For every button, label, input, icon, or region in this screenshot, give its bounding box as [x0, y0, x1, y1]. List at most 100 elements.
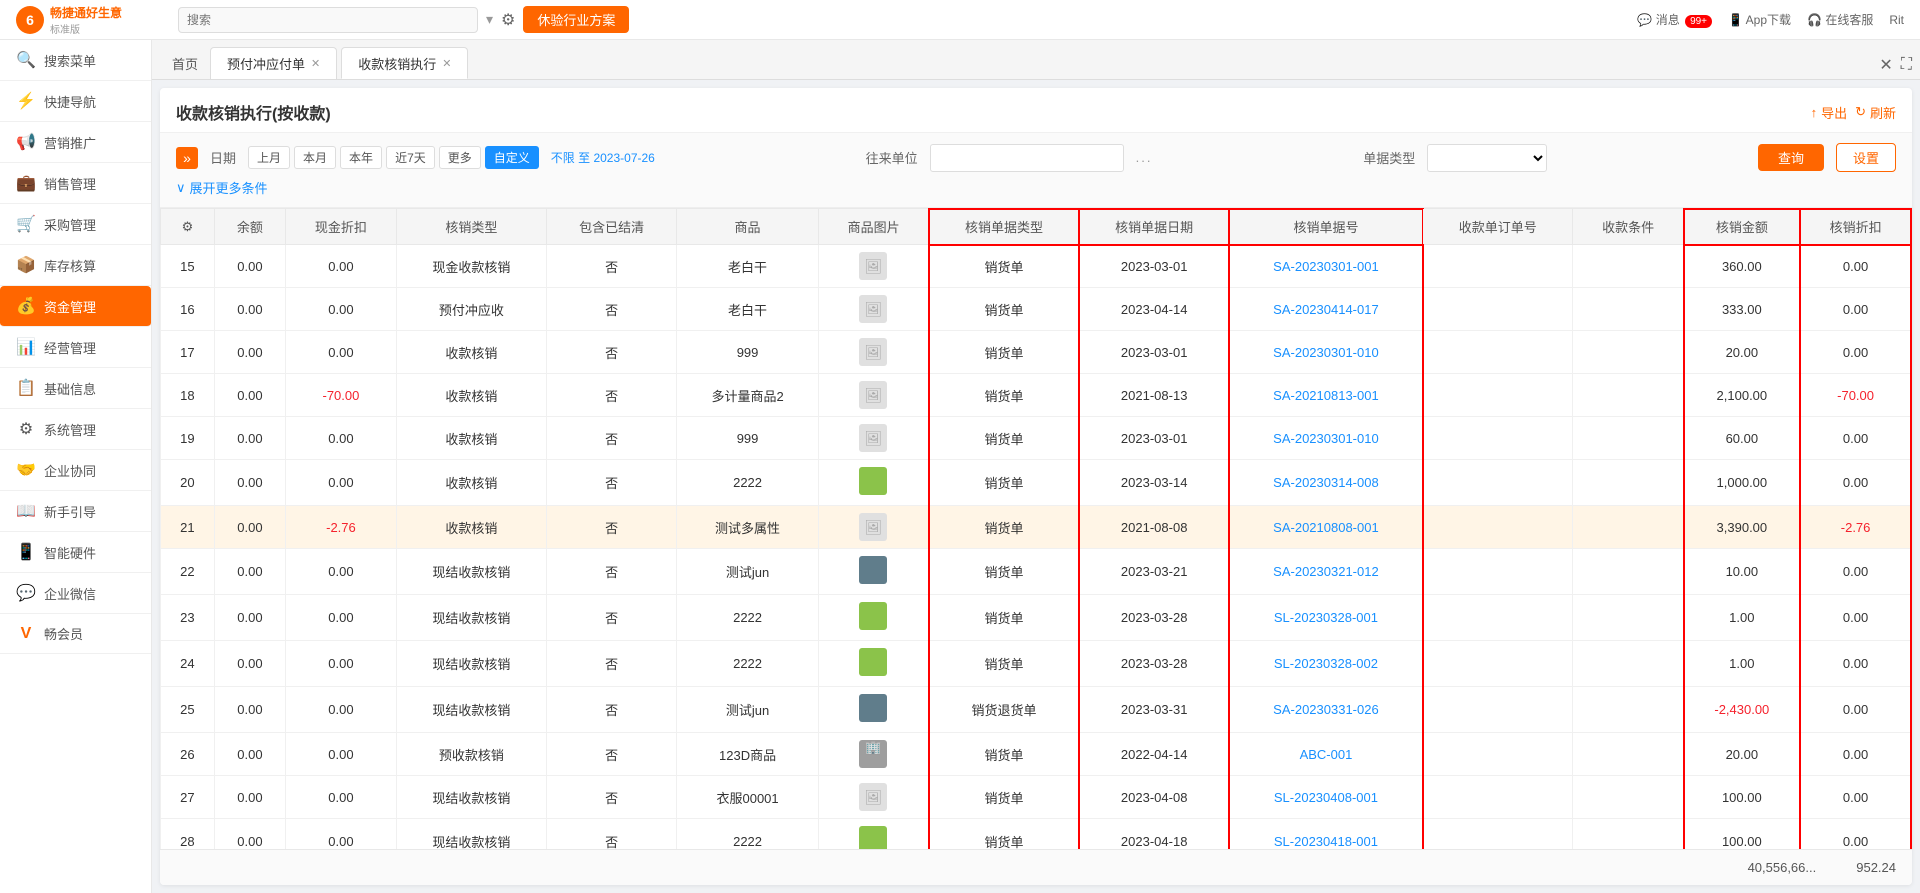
counterpart-input[interactable] — [930, 144, 1124, 172]
voucher-no-link[interactable]: SA-20230301-001 — [1273, 259, 1379, 274]
table-container[interactable]: ⚙ 余额 现金折扣 核销类型 包含已结清 商品 商品图片 核销单据类型 核销单据… — [160, 208, 1912, 849]
sidebar-item-enterprise-wechat[interactable]: 💬 企业微信 — [0, 573, 151, 614]
tab-prepay-conflict[interactable]: 预付冲应付单 ✕ — [210, 47, 337, 79]
sidebar-item-finance[interactable]: 💰 资金管理 — [0, 286, 151, 327]
cell-cancel-voucher-no: SL-20230418-001 — [1229, 819, 1422, 850]
cell-product: 老白干 — [677, 288, 818, 331]
cell-product: 测试多属性 — [677, 506, 818, 549]
main-layout: 🔍 搜索菜单 ⚡ 快捷导航 📢 营销推广 💼 销售管理 🛒 采购管理 📦 库存核… — [0, 40, 1920, 893]
voucher-no-link[interactable]: SA-20230321-012 — [1273, 564, 1379, 579]
cell-cancel-voucher-no: SA-20230414-017 — [1229, 288, 1422, 331]
tab-receipt-cancel[interactable]: 收款核销执行 ✕ — [341, 47, 468, 79]
voucher-no-link[interactable]: SA-20230301-010 — [1273, 345, 1379, 360]
col-included-settled: 包含已结清 — [546, 209, 676, 245]
lightning-icon: ⚡ — [16, 91, 36, 111]
cell-receipt-order-no — [1423, 776, 1573, 819]
sidebar-item-business[interactable]: 📊 经营管理 — [0, 327, 151, 368]
date-btn-custom[interactable]: 自定义 — [485, 146, 539, 169]
clipboard-icon: 📋 — [16, 378, 36, 398]
megaphone-icon: 📢 — [16, 132, 36, 152]
query-btn[interactable]: 查询 — [1758, 144, 1824, 171]
voucher-no-link[interactable]: SA-20230414-017 — [1273, 302, 1379, 317]
export-btn[interactable]: ↑ 导出 — [1811, 103, 1848, 122]
sidebar-label: 资金管理 — [44, 297, 96, 316]
sidebar-label: 新手引导 — [44, 502, 96, 521]
date-btn-this-month[interactable]: 本月 — [294, 146, 336, 169]
top-bar-right: 💬 消息 99+ 📱 App下载 🎧 在线客服 Rit — [1637, 11, 1904, 28]
cell-balance: 0.00 — [214, 417, 285, 460]
gear-icon[interactable]: ⚙ — [501, 10, 515, 30]
cell-cash-discount: 0.00 — [286, 549, 397, 595]
close-icon[interactable]: ✕ — [442, 57, 451, 70]
maximize-btn[interactable]: ⛶ — [1901, 56, 1912, 74]
sidebar-item-purchase[interactable]: 🛒 采购管理 — [0, 204, 151, 245]
sidebar-label: 库存核算 — [44, 256, 96, 275]
cell-id: 16 — [161, 288, 215, 331]
sidebar-item-inventory[interactable]: 📦 库存核算 — [0, 245, 151, 286]
voucher-type-label: 单据类型 — [1363, 148, 1415, 167]
cell-cash-discount: 0.00 — [286, 819, 397, 850]
expand-more-btn[interactable]: ∨ 展开更多条件 — [176, 178, 268, 197]
voucher-no-link[interactable]: SA-20210808-001 — [1273, 520, 1379, 535]
toggle-filter-btn[interactable]: » — [176, 147, 198, 169]
table-row: 28 0.00 0.00 现结收款核销 否 2222 销货单 2023-04-1… — [161, 819, 1912, 850]
voucher-no-link[interactable]: SA-20230331-026 — [1273, 702, 1379, 717]
col-cancel-amount: 核销金额 — [1684, 209, 1801, 245]
voucher-no-link[interactable]: SL-20230328-002 — [1274, 656, 1378, 671]
messages-section[interactable]: 💬 消息 99+ — [1637, 11, 1712, 28]
sidebar-item-marketing[interactable]: 📢 营销推广 — [0, 122, 151, 163]
cell-cancel-voucher-type: 销货单 — [929, 288, 1079, 331]
online-service-link[interactable]: 🎧 在线客服 — [1807, 11, 1873, 28]
sidebar-label: 企业微信 — [44, 584, 96, 603]
cell-id: 20 — [161, 460, 215, 506]
sidebar-item-quick-nav[interactable]: ⚡ 快捷导航 — [0, 81, 151, 122]
sidebar-item-sales[interactable]: 💼 销售管理 — [0, 163, 151, 204]
cell-cancel-voucher-type: 销货退货单 — [929, 687, 1079, 733]
sidebar-item-enterprise-collab[interactable]: 🤝 企业协同 — [0, 450, 151, 491]
sidebar-item-beginner[interactable]: 📖 新手引导 — [0, 491, 151, 532]
cell-cancel-amount: 100.00 — [1684, 776, 1801, 819]
date-btn-last-month[interactable]: 上月 — [248, 146, 290, 169]
cell-payment-terms — [1573, 331, 1684, 374]
cell-balance: 0.00 — [214, 331, 285, 374]
settings-btn[interactable]: 设置 — [1836, 143, 1896, 172]
cell-cancel-voucher-date: 2023-03-31 — [1079, 687, 1229, 733]
sidebar-item-basic-info[interactable]: 📋 基础信息 — [0, 368, 151, 409]
sidebar-item-vip[interactable]: V 畅会员 — [0, 614, 151, 654]
cell-cash-discount: 0.00 — [286, 641, 397, 687]
cell-cash-discount: -70.00 — [286, 374, 397, 417]
voucher-no-link[interactable]: SL-20230328-001 — [1274, 610, 1378, 625]
sidebar-item-smart-hardware[interactable]: 📱 智能硬件 — [0, 532, 151, 573]
close-icon[interactable]: ✕ — [311, 57, 320, 70]
cell-product: 测试jun — [677, 687, 818, 733]
cell-cancel-discount: 0.00 — [1800, 417, 1911, 460]
brand-name: 畅捷通好生意 — [50, 4, 122, 21]
voucher-type-select[interactable] — [1427, 144, 1547, 172]
cell-receipt-order-no — [1423, 245, 1573, 288]
sidebar-item-system[interactable]: ⚙ 系统管理 — [0, 409, 151, 450]
col-gear[interactable]: ⚙ — [161, 209, 215, 245]
top-bar-search[interactable] — [178, 7, 478, 33]
cell-cancel-discount: 0.00 — [1800, 641, 1911, 687]
voucher-no-link[interactable]: ABC-001 — [1300, 747, 1353, 762]
close-window-btn[interactable]: ✕ — [1879, 55, 1892, 75]
voucher-no-link[interactable]: SL-20230418-001 — [1274, 834, 1378, 849]
export-icon: ↑ — [1811, 105, 1818, 120]
refresh-btn[interactable]: ↻ 刷新 — [1855, 103, 1896, 122]
voucher-no-link[interactable]: SA-20230301-010 — [1273, 431, 1379, 446]
cell-cancel-discount: 0.00 — [1800, 687, 1911, 733]
date-btn-more[interactable]: 更多 — [439, 146, 481, 169]
voucher-no-link[interactable]: SA-20230314-008 — [1273, 475, 1379, 490]
sidebar-item-search-menu[interactable]: 🔍 搜索菜单 — [0, 40, 151, 81]
brand: 6 畅捷通好生意 标准版 — [16, 4, 166, 36]
cell-cancel-discount: 0.00 — [1800, 460, 1911, 506]
date-btn-7days[interactable]: 近7天 — [386, 146, 435, 169]
industry-btn[interactable]: 休验行业方案 — [523, 6, 629, 33]
voucher-no-link[interactable]: SA-20210813-001 — [1273, 388, 1379, 403]
tab-home[interactable]: 首页 — [160, 47, 210, 79]
cell-receipt-order-no — [1423, 819, 1573, 850]
app-download-link[interactable]: 📱 App下载 — [1728, 11, 1791, 28]
voucher-no-link[interactable]: SL-20230408-001 — [1274, 790, 1378, 805]
sidebar-label: 采购管理 — [44, 215, 96, 234]
date-btn-this-year[interactable]: 本年 — [340, 146, 382, 169]
